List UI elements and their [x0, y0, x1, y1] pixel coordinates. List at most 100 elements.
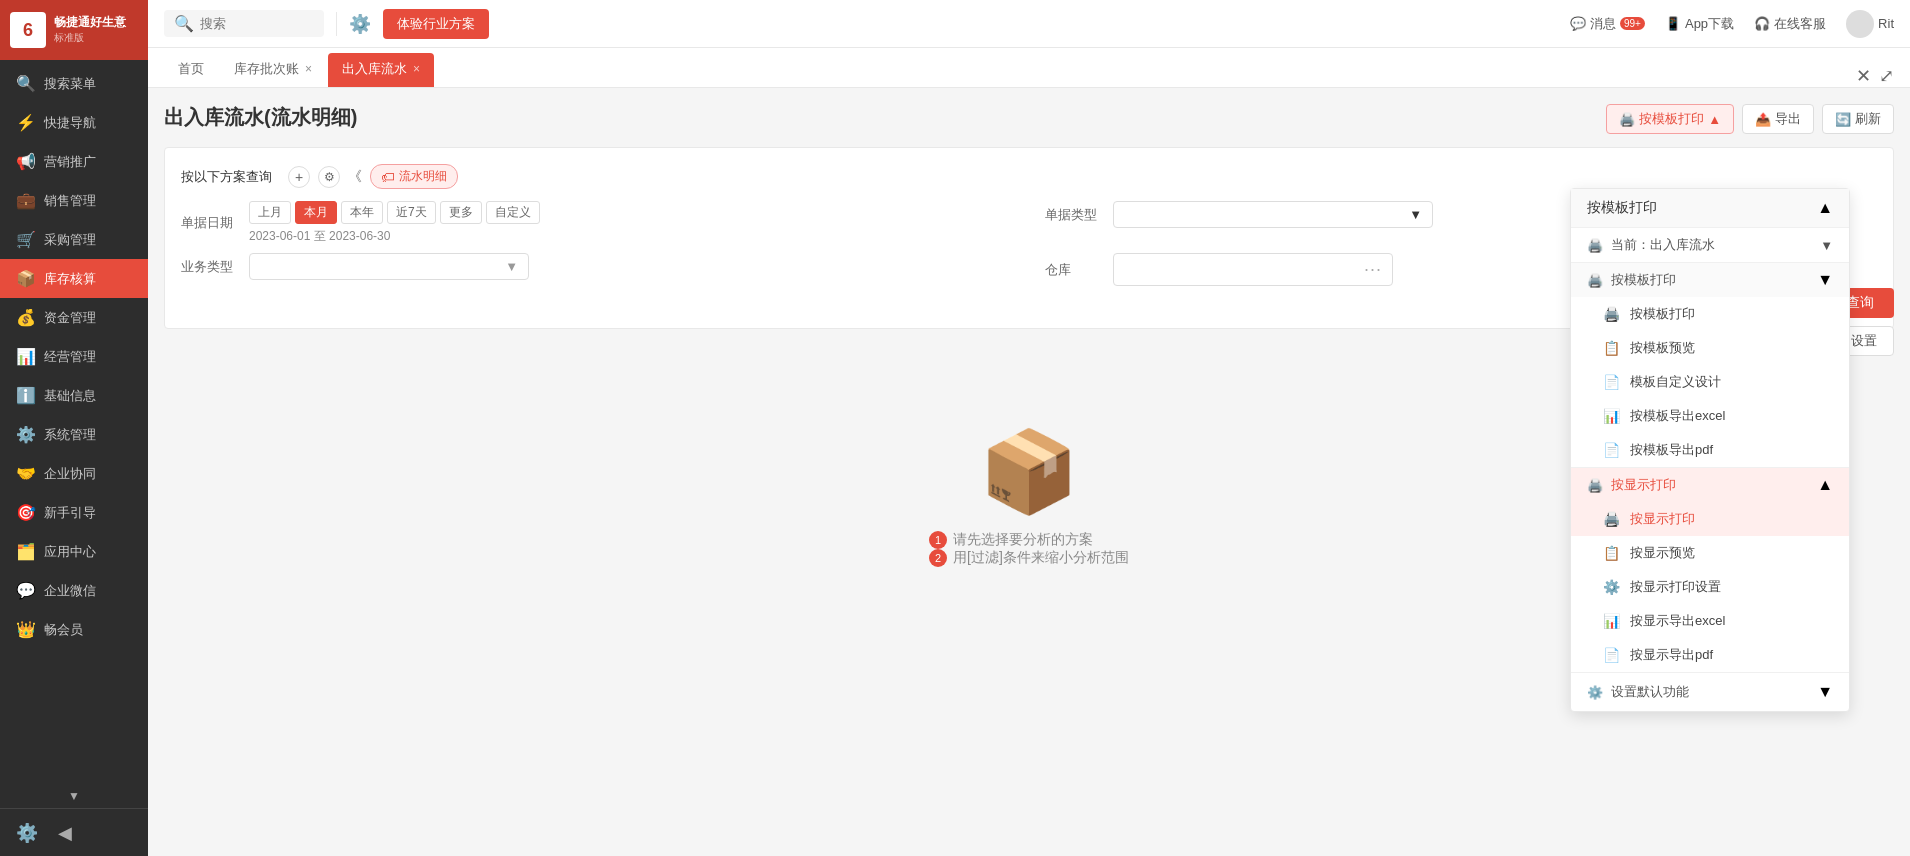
dropdown-item-display_print_settings[interactable]: ⚙️按显示打印设置 — [1571, 570, 1849, 604]
dropdown-footer[interactable]: ⚙️ 设置默认功能 ▼ — [1571, 673, 1849, 711]
tab-batch[interactable]: 库存批次账× — [220, 53, 326, 87]
filter-tag[interactable]: 🏷 流水明细 — [370, 164, 458, 189]
system-icon: ⚙️ — [16, 425, 36, 444]
sidebar-item-finance[interactable]: 💰资金管理 — [0, 298, 148, 337]
export-btn[interactable]: 📤 导出 — [1742, 104, 1814, 134]
search-label: 搜索菜单 — [44, 75, 96, 93]
sidebar-item-member[interactable]: 👑畅会员 — [0, 610, 148, 649]
item-label-display_print_settings: 按显示打印设置 — [1630, 578, 1721, 596]
filter-add-btn[interactable]: + — [288, 166, 310, 188]
sidebar-item-sales[interactable]: 💼销售管理 — [0, 181, 148, 220]
refresh-btn[interactable]: 🔄 刷新 — [1822, 104, 1894, 134]
sidebar-item-guide[interactable]: 🎯新手引导 — [0, 493, 148, 532]
headset-icon: 🎧 — [1754, 16, 1770, 31]
basic-icon: ℹ️ — [16, 386, 36, 405]
footer-label: 设置默认功能 — [1611, 683, 1689, 701]
user-area[interactable]: Rit — [1846, 10, 1894, 38]
topbar: 🔍 ⚙️ 体验行业方案 💬 消息 99+ 📱 App下载 🎧 在线客服 Rit — [148, 0, 1910, 48]
settings-icon[interactable]: ⚙️ — [16, 822, 38, 844]
empty-illustration: 📦 — [979, 425, 1079, 519]
step-text-1: 请先选择要分析的方案 — [953, 531, 1093, 549]
sidebar-item-purchase[interactable]: 🛒采购管理 — [0, 220, 148, 259]
maximize-icon[interactable]: ⤢ — [1879, 65, 1894, 87]
tab-batch-close[interactable]: × — [305, 62, 312, 76]
date-tab-custom[interactable]: 自定义 — [486, 201, 540, 224]
step-num-1: 1 — [929, 531, 947, 549]
dropdown-item-display_export_excel[interactable]: 📊 按显示导出excel — [1571, 604, 1849, 638]
date-tab-current_year[interactable]: 本年 — [341, 201, 383, 224]
date-filter: 上月本月本年近7天更多自定义 2023-06-01 至 2023-06-30 — [249, 201, 540, 245]
date-tab-last_7[interactable]: 近7天 — [387, 201, 436, 224]
item-label-display_print_item: 按显示打印 — [1630, 510, 1695, 528]
dropdown-item-template_custom[interactable]: 📄模板自定义设计 — [1571, 365, 1849, 399]
date-range-text: 2023-06-01 至 2023-06-30 — [249, 228, 540, 245]
dropdown-item-template_print_item[interactable]: 🖨️按模板打印 — [1571, 297, 1849, 331]
divider1 — [336, 12, 337, 36]
tab-flow-close[interactable]: × — [413, 62, 420, 76]
print-template-btn[interactable]: 🖨️ 按模板打印 ▲ — [1606, 104, 1734, 134]
dropdown-item-display_export_pdf[interactable]: 📄按显示导出pdf — [1571, 638, 1849, 672]
item-icon-template_export_pdf: 📄 — [1603, 442, 1620, 458]
content-actions: 🖨️ 按模板打印 ▲ 📤 导出 🔄 刷新 — [1606, 104, 1894, 134]
sidebar-item-basic[interactable]: ℹ️基础信息 — [0, 376, 148, 415]
finance-label: 资金管理 — [44, 309, 96, 327]
online-service-btn[interactable]: 🎧 在线客服 — [1754, 15, 1826, 33]
sidebar-item-inventory[interactable]: 📦库存核算 — [0, 259, 148, 298]
section-title-display_print: 🖨️按显示打印 — [1587, 476, 1676, 494]
messages-btn[interactable]: 💬 消息 99+ — [1570, 15, 1645, 33]
footer-icon: ⚙️ — [1587, 685, 1603, 700]
date-tab-more[interactable]: 更多 — [440, 201, 482, 224]
gear-icon[interactable]: ⚙️ — [349, 13, 371, 35]
sidebar-item-collab[interactable]: 🤝企业协同 — [0, 454, 148, 493]
online-service-label: 在线客服 — [1774, 15, 1826, 33]
biz-type-select[interactable]: ▼ — [249, 253, 529, 280]
voucher-type-select[interactable]: ▼ — [1113, 201, 1433, 228]
sidebar-item-operations[interactable]: 📊经营管理 — [0, 337, 148, 376]
filter-top: 按以下方案查询 + ⚙ 《 🏷 流水明细 — [181, 164, 1877, 189]
empty-steps: 1请先选择要分析的方案2用[过滤]条件来缩小分析范围 — [929, 531, 1129, 567]
collapse-icon[interactable]: ◀ — [58, 822, 72, 844]
item-label-display_export_excel: 按显示导出excel — [1630, 612, 1725, 630]
warehouse-label: 仓库 — [1045, 261, 1105, 279]
dropdown-item-display_print_item[interactable]: 🖨️ 按显示打印 — [1571, 502, 1849, 536]
sidebar-scroll-down[interactable]: ▼ — [0, 784, 148, 808]
date-field-label: 单据日期 — [181, 214, 241, 232]
empty-step-1: 1 请先选择要分析的方案 — [929, 531, 1129, 549]
tab-flow[interactable]: 出入库流水× — [328, 53, 434, 87]
app-download-label: App下载 — [1685, 15, 1734, 33]
item-icon-display_print_item: 🖨️ — [1603, 511, 1620, 527]
trial-industry-btn[interactable]: 体验行业方案 — [383, 9, 489, 39]
filter-settings-btn[interactable]: ⚙ — [318, 166, 340, 188]
dropdown-sections: 🖨️按模板打印▼🖨️按模板打印📋按模板预览📄模板自定义设计📊按模板导出excel… — [1571, 263, 1849, 673]
dropdown-item-template_export_excel[interactable]: 📊按模板导出excel — [1571, 399, 1849, 433]
date-tab-current_month[interactable]: 本月 — [295, 201, 337, 224]
sidebar-item-system[interactable]: ⚙️系统管理 — [0, 415, 148, 454]
date-tab-last_month[interactable]: 上月 — [249, 201, 291, 224]
dropdown-current[interactable]: 🖨️ 当前：出入库流水 ▼ — [1571, 228, 1849, 263]
app-logo: 6 畅捷通好生意 标准版 — [0, 0, 148, 60]
sidebar-item-search[interactable]: 🔍搜索菜单 — [0, 64, 148, 103]
sidebar-item-marketing[interactable]: 📢营销推广 — [0, 142, 148, 181]
app-download-btn[interactable]: 📱 App下载 — [1665, 15, 1734, 33]
tab-home[interactable]: 首页 — [164, 53, 218, 87]
dropdown-title: 按模板打印 — [1587, 199, 1657, 217]
search-input[interactable] — [200, 16, 300, 31]
shortcut-label: 快捷导航 — [44, 114, 96, 132]
current-chevron: ▼ — [1820, 238, 1833, 253]
sidebar-item-wechat[interactable]: 💬企业微信 — [0, 571, 148, 610]
dropdown-item-template_export_pdf[interactable]: 📄按模板导出pdf — [1571, 433, 1849, 467]
sidebar-item-shortcut[interactable]: ⚡快捷导航 — [0, 103, 148, 142]
dropdown-item-template_preview[interactable]: 📋按模板预览 — [1571, 331, 1849, 365]
operations-label: 经营管理 — [44, 348, 96, 366]
search-box[interactable]: 🔍 — [164, 10, 324, 37]
item-icon-template_print_item: 🖨️ — [1603, 306, 1620, 322]
close-tab-icon[interactable]: ✕ — [1856, 65, 1871, 87]
dropdown-section-header-display_print[interactable]: 🖨️按显示打印▲ — [1571, 468, 1849, 502]
warehouse-select[interactable]: ··· — [1113, 253, 1393, 286]
item-label-display_preview: 按显示预览 — [1630, 544, 1695, 562]
dropdown-item-display_preview[interactable]: 📋按显示预览 — [1571, 536, 1849, 570]
dropdown-section-header-template_print[interactable]: 🖨️按模板打印▼ — [1571, 263, 1849, 297]
sidebar-item-apps[interactable]: 🗂️应用中心 — [0, 532, 148, 571]
item-icon-display_export_excel: 📊 — [1603, 613, 1620, 629]
filter-collapse-arrow[interactable]: 《 — [348, 168, 362, 186]
